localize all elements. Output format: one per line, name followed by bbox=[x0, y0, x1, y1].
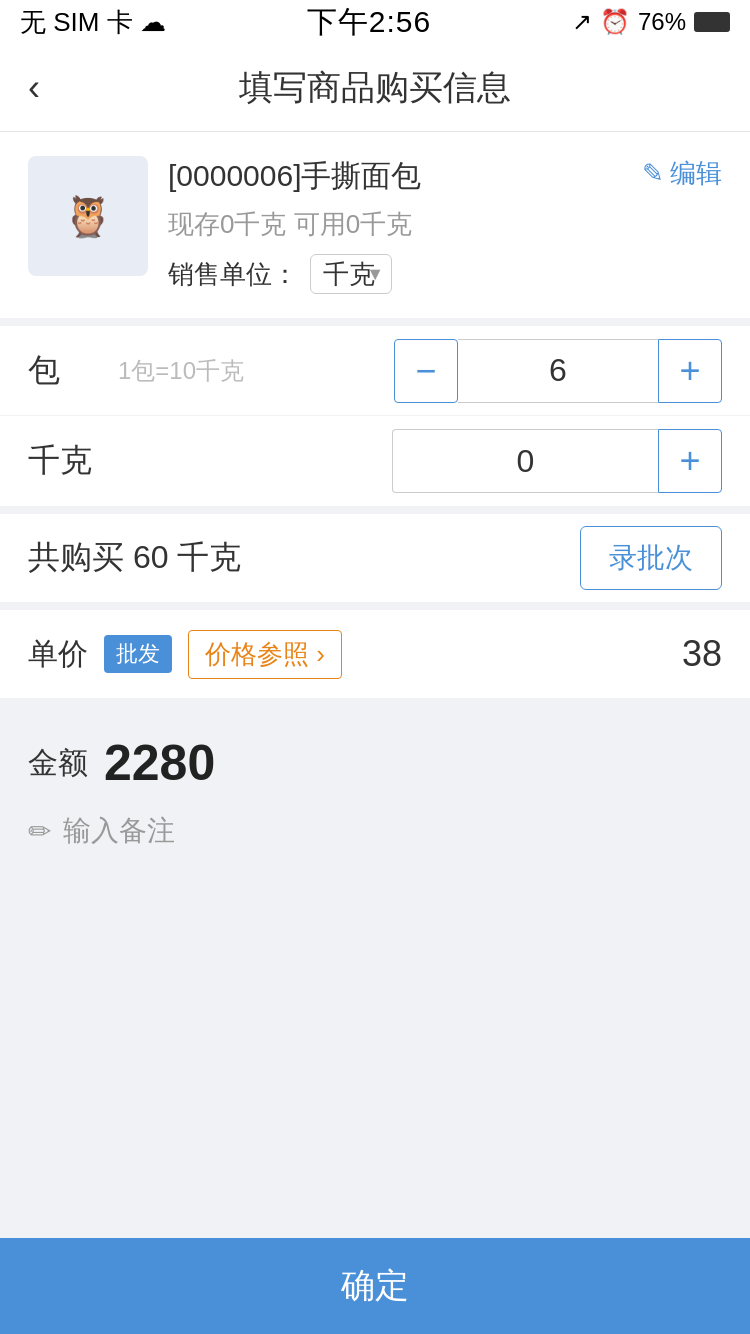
amount-label: 金额 bbox=[28, 743, 88, 784]
price-label: 单价 bbox=[28, 634, 88, 675]
kg-controls: + bbox=[392, 429, 722, 493]
alarm-icon: ⏰ bbox=[600, 8, 630, 36]
edit-button[interactable]: ✎ 编辑 bbox=[642, 156, 722, 191]
product-unit-row: 销售单位： 千克 bbox=[168, 254, 722, 294]
unit-label: 销售单位： bbox=[168, 257, 298, 292]
sim-wifi-label: 无 SIM 卡 ☁ bbox=[20, 5, 166, 40]
price-reference-button[interactable]: 价格参照 › bbox=[188, 630, 342, 679]
product-stock: 现存0千克 可用0千克 bbox=[168, 207, 722, 242]
unit-select-wrap[interactable]: 千克 bbox=[310, 254, 392, 294]
total-amount: 60 bbox=[133, 539, 169, 575]
note-placeholder[interactable]: 输入备注 bbox=[63, 812, 175, 850]
product-name: [0000006]手撕面包 bbox=[168, 156, 722, 197]
package-label: 包 bbox=[28, 349, 108, 393]
product-card: 🦉 [0000006]手撕面包 现存0千克 可用0千克 销售单位： 千克 ✎ 编… bbox=[0, 132, 750, 326]
price-badge: 批发 bbox=[104, 635, 172, 673]
package-increment-button[interactable]: + bbox=[658, 339, 722, 403]
price-section: 单价 批发 价格参照 › 38 bbox=[0, 610, 750, 706]
amount-value: 2280 bbox=[104, 734, 215, 792]
total-text: 共购买 60 千克 bbox=[28, 536, 241, 580]
package-hint: 1包=10千克 bbox=[118, 355, 244, 387]
edit-icon: ✎ bbox=[642, 158, 664, 189]
price-value: 38 bbox=[682, 633, 722, 675]
amount-row: 金额 2280 bbox=[28, 734, 722, 792]
package-decrement-button[interactable]: − bbox=[394, 339, 458, 403]
page-title: 填写商品购买信息 bbox=[239, 65, 511, 111]
status-time: 下午2:56 bbox=[307, 2, 431, 43]
kg-row: 千克 + bbox=[0, 416, 750, 506]
package-input[interactable] bbox=[458, 339, 658, 403]
product-info: [0000006]手撕面包 现存0千克 可用0千克 销售单位： 千克 bbox=[168, 156, 722, 294]
package-controls: − + bbox=[394, 339, 722, 403]
batch-button[interactable]: 录批次 bbox=[580, 526, 722, 590]
total-row: 共购买 60 千克 录批次 bbox=[0, 514, 750, 610]
nav-bar: ‹ 填写商品购买信息 bbox=[0, 44, 750, 132]
package-row: 包 1包=10千克 − + bbox=[0, 326, 750, 416]
amount-section: 金额 2280 ✏ 输入备注 bbox=[0, 706, 750, 870]
total-prefix: 共购买 bbox=[28, 539, 124, 575]
location-icon: ↗ bbox=[572, 8, 592, 36]
status-bar: 无 SIM 卡 ☁ 下午2:56 ↗ ⏰ 76% bbox=[0, 0, 750, 44]
status-right: ↗ ⏰ 76% bbox=[572, 8, 730, 36]
edit-label: 编辑 bbox=[670, 156, 722, 191]
kg-increment-button[interactable]: + bbox=[658, 429, 722, 493]
confirm-button[interactable]: 确定 bbox=[0, 1238, 750, 1334]
status-left: 无 SIM 卡 ☁ bbox=[20, 5, 166, 40]
product-icon: 🦉 bbox=[63, 193, 113, 240]
product-thumbnail: 🦉 bbox=[28, 156, 148, 276]
kg-input[interactable] bbox=[392, 429, 658, 493]
unit-select[interactable]: 千克 bbox=[310, 254, 392, 294]
back-button[interactable]: ‹ bbox=[28, 67, 40, 109]
pencil-icon: ✏ bbox=[28, 815, 51, 848]
kg-label: 千克 bbox=[28, 439, 108, 483]
total-unit: 千克 bbox=[177, 539, 241, 575]
package-section: 包 1包=10千克 − + 千克 + bbox=[0, 326, 750, 514]
battery-icon bbox=[694, 12, 730, 32]
price-row: 单价 批发 价格参照 › 38 bbox=[28, 610, 722, 698]
note-row[interactable]: ✏ 输入备注 bbox=[28, 812, 722, 850]
battery-label: 76% bbox=[638, 8, 686, 36]
